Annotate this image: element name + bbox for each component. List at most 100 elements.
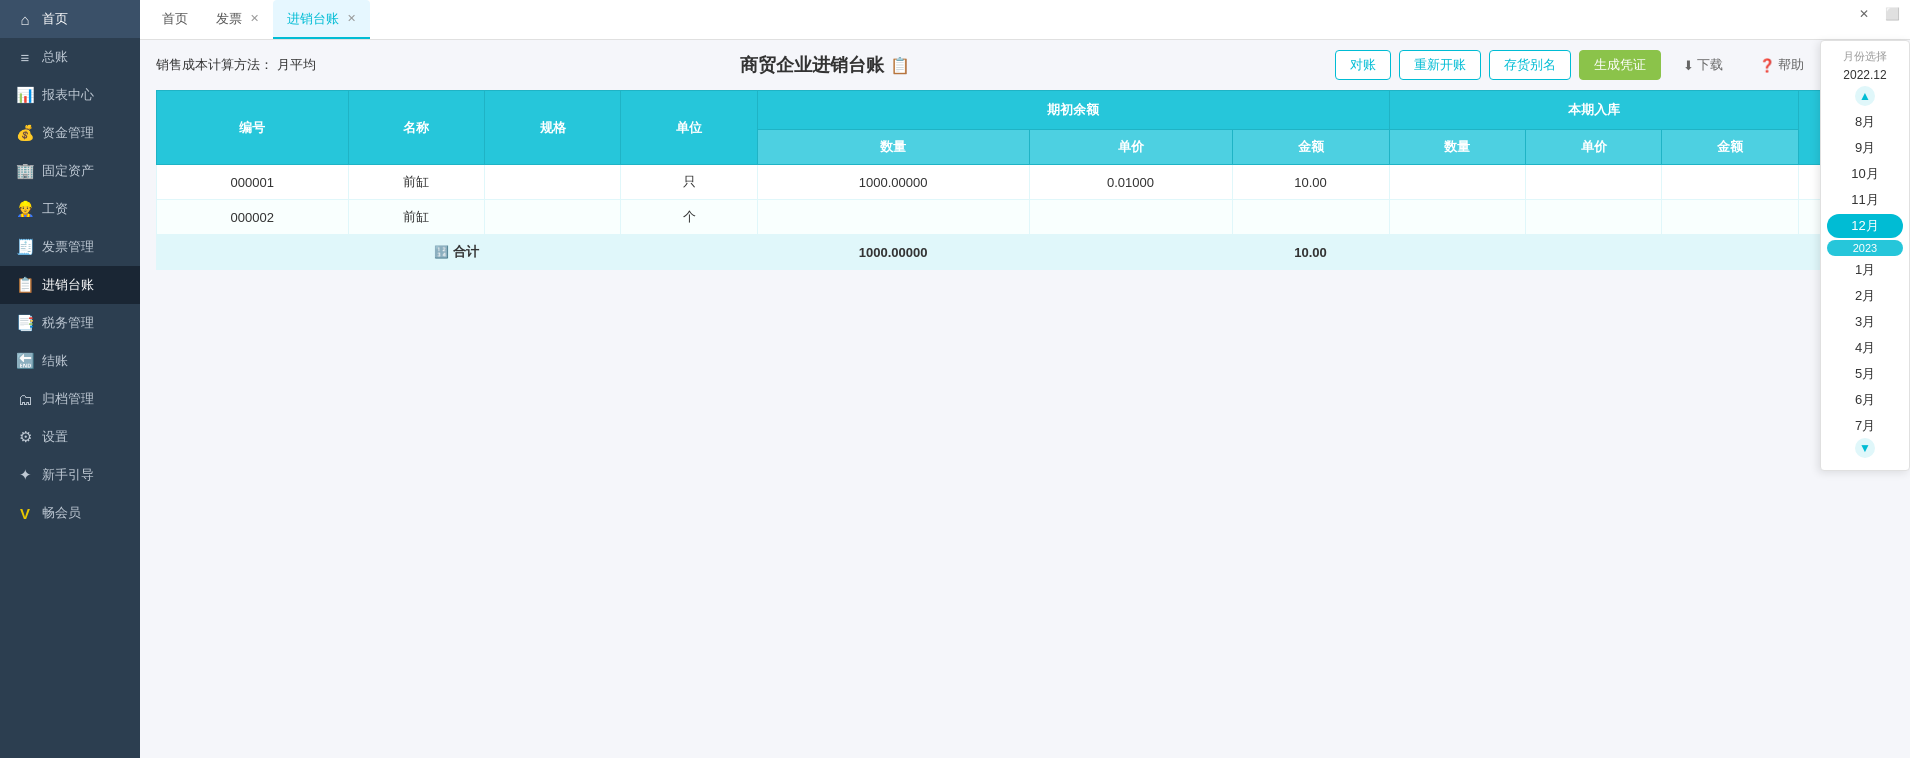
cell-qichu-danjia: 0.01000 (1029, 165, 1232, 200)
sidebar-item-vip[interactable]: V 畅会员 (0, 494, 140, 532)
sidebar-item-label: 固定资产 (42, 162, 94, 180)
col-qichu-shuliang: 数量 (757, 130, 1029, 165)
col-ruku-group: 本期入库 (1389, 91, 1798, 130)
generate-voucher-button[interactable]: 生成凭证 (1579, 50, 1661, 80)
tab-home[interactable]: 首页 (148, 0, 202, 39)
month-item-4[interactable]: 4月 (1827, 336, 1903, 360)
data-table: 编号 名称 规格 单位 期初余额 本期入库 数量 单价 金额 数量 单价 (156, 90, 1894, 270)
col-qichu-jine: 金额 (1232, 130, 1389, 165)
tab-invoice-label: 发票 (216, 10, 242, 28)
home-icon: ⌂ (16, 11, 34, 28)
settings-icon: ⚙ (16, 428, 34, 446)
month-item-7[interactable]: 7月 (1827, 414, 1903, 438)
total-qichu-shuliang: 1000.00000 (757, 235, 1029, 270)
sidebar-item-settle[interactable]: 🔚 结账 (0, 342, 140, 380)
sidebar-item-jinxiao[interactable]: 📋 进销台账 (0, 266, 140, 304)
month-item-11[interactable]: 11月 (1827, 188, 1903, 212)
archive-icon: 🗂 (16, 391, 34, 408)
month-item-12[interactable]: 12月 (1827, 214, 1903, 238)
total-row: 🔢 合计 1000.00000 10.00 (157, 235, 1894, 270)
sidebar-item-label: 首页 (42, 10, 68, 28)
total-qichu-jine: 10.00 (1232, 235, 1389, 270)
cell-qichu-danjia (1029, 200, 1232, 235)
sidebar-item-invoice-mgr[interactable]: 🧾 发票管理 (0, 228, 140, 266)
month-item-1[interactable]: 1月 (1827, 258, 1903, 282)
tax-icon: 📑 (16, 314, 34, 332)
vip-icon: V (16, 505, 34, 522)
cell-ruku-jine (1662, 165, 1798, 200)
col-guige: 规格 (484, 91, 620, 165)
month-item-8[interactable]: 8月 (1827, 110, 1903, 134)
month-nav: ▲ (1827, 86, 1903, 106)
invoice-icon: 🧾 (16, 238, 34, 256)
fund-icon: 💰 (16, 124, 34, 142)
sidebar-item-settings[interactable]: ⚙ 设置 (0, 418, 140, 456)
sidebar-item-label: 资金管理 (42, 124, 94, 142)
sidebar-item-tax[interactable]: 📑 税务管理 (0, 304, 140, 342)
save-alias-button[interactable]: 存货别名 (1489, 50, 1571, 80)
month-panel: 月份选择 2022.12 ▲ 8月 9月 10月 11月 12月 2023 1月… (1820, 40, 1910, 471)
month-panel-year-2022: 2022.12 (1827, 68, 1903, 82)
cell-qichu-shuliang (757, 200, 1029, 235)
cell-guige (484, 165, 620, 200)
tab-jinxiao-label: 进销台账 (287, 10, 339, 28)
month-list-2022: 8月 9月 10月 11月 12月 (1827, 110, 1903, 238)
month-item-5[interactable]: 5月 (1827, 362, 1903, 386)
col-qichu-danjia: 单价 (1029, 130, 1232, 165)
total-label-text: 合计 (453, 243, 479, 261)
jinxiao-icon: 📋 (16, 276, 34, 294)
guide-icon: ✦ (16, 466, 34, 484)
help-icon: ❓ (1759, 58, 1775, 73)
sidebar-item-salary[interactable]: 👷 工资 (0, 190, 140, 228)
col-danwei: 单位 (621, 91, 757, 165)
sidebar-item-asset[interactable]: 🏢 固定资产 (0, 152, 140, 190)
window-maximize-button[interactable]: ⬜ (1882, 4, 1902, 24)
sidebar-item-label: 设置 (42, 428, 68, 446)
month-item-2[interactable]: 2月 (1827, 284, 1903, 308)
cell-qichu-shuliang: 1000.00000 (757, 165, 1029, 200)
sidebar-item-report[interactable]: 📊 报表中心 (0, 76, 140, 114)
toolbar-buttons: 对账 重新开账 存货别名 生成凭证 ⬇ 下载 ❓ 帮助 ↻ 刷新 (1335, 50, 1894, 80)
download-button[interactable]: ⬇ 下载 (1669, 51, 1737, 79)
sidebar-item-label: 归档管理 (42, 390, 94, 408)
cost-method-label: 销售成本计算方法： (156, 57, 273, 72)
sidebar-item-label: 新手引导 (42, 466, 94, 484)
col-mingcheng: 名称 (348, 91, 484, 165)
cell-ruku-jine (1662, 200, 1798, 235)
tab-jinxiao[interactable]: 进销台账 ✕ (273, 0, 370, 39)
tab-invoice-close[interactable]: ✕ (250, 12, 259, 25)
reopen-button[interactable]: 重新开账 (1399, 50, 1481, 80)
month-down-button[interactable]: ▼ (1855, 438, 1875, 458)
total-ruku-jine (1662, 235, 1798, 270)
asset-icon: 🏢 (16, 162, 34, 180)
sidebar-item-label: 工资 (42, 200, 68, 218)
cell-ruku-danjia (1526, 165, 1662, 200)
sidebar-item-ledger[interactable]: ≡ 总账 (0, 38, 140, 76)
cell-mingcheng: 前缸 (348, 200, 484, 235)
sidebar-item-guide[interactable]: ✦ 新手引导 (0, 456, 140, 494)
settle-icon: 🔚 (16, 352, 34, 370)
table-row: 000001 前缸 只 1000.00000 0.01000 10.00 (157, 165, 1894, 200)
month-item-9[interactable]: 9月 (1827, 136, 1903, 160)
window-controls: ✕ ⬜ (1854, 4, 1902, 24)
sidebar-item-fund[interactable]: 💰 资金管理 (0, 114, 140, 152)
duizhang-button[interactable]: 对账 (1335, 50, 1391, 80)
sidebar: ⌂ 首页 ≡ 总账 📊 报表中心 💰 资金管理 🏢 固定资产 👷 工资 🧾 发票… (0, 0, 140, 758)
window-close-button[interactable]: ✕ (1854, 4, 1874, 24)
cell-ruku-shuliang (1389, 200, 1525, 235)
tab-jinxiao-close[interactable]: ✕ (347, 12, 356, 25)
sidebar-item-archive[interactable]: 🗂 归档管理 (0, 380, 140, 418)
month-item-10[interactable]: 10月 (1827, 162, 1903, 186)
tab-invoice[interactable]: 发票 ✕ (202, 0, 273, 39)
cell-bianhao: 000001 (157, 165, 349, 200)
main-area: 首页 发票 ✕ 进销台账 ✕ ✕ ⬜ 销售成本计算方法： 月平均 (140, 0, 1910, 758)
help-button[interactable]: ❓ 帮助 (1745, 51, 1818, 79)
month-up-button[interactable]: ▲ (1855, 86, 1875, 106)
page-title-icon: 📋 (890, 56, 910, 75)
sidebar-item-label: 税务管理 (42, 314, 94, 332)
sidebar-item-home[interactable]: ⌂ 首页 (0, 0, 140, 38)
ledger-icon: ≡ (16, 49, 34, 66)
month-item-6[interactable]: 6月 (1827, 388, 1903, 412)
month-panel-title: 月份选择 (1827, 49, 1903, 64)
month-item-3[interactable]: 3月 (1827, 310, 1903, 334)
